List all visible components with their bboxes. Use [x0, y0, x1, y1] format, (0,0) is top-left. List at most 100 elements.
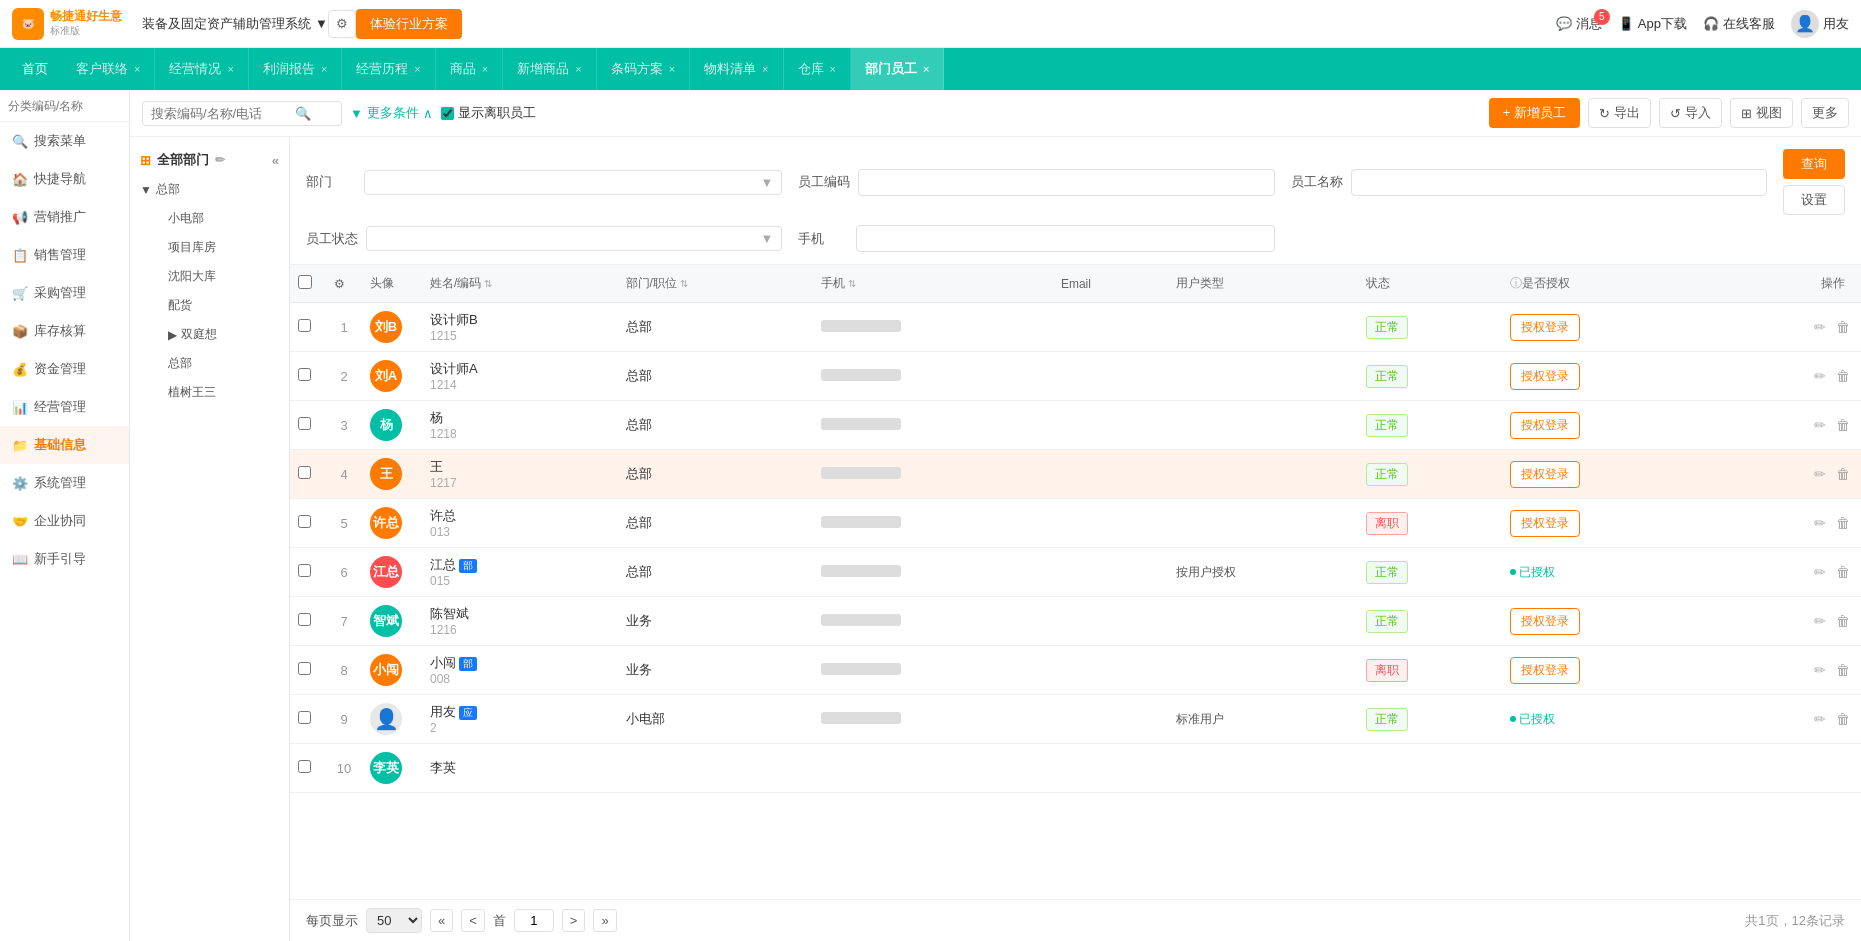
filter-status-select[interactable]: ▼: [366, 226, 782, 251]
filter-phone-input[interactable]: [856, 225, 1274, 252]
delete-button[interactable]: 🗑: [1836, 613, 1850, 629]
sidebar-item-guide[interactable]: 📖新手引导: [0, 540, 129, 578]
import-button[interactable]: ↺ 导入: [1659, 98, 1722, 128]
delete-button[interactable]: 🗑: [1836, 711, 1850, 727]
last-page-button[interactable]: »: [593, 909, 616, 932]
delete-button[interactable]: 🗑: [1836, 417, 1850, 433]
sidebar-item-search[interactable]: 🔍搜索菜单: [0, 122, 129, 160]
row-checkbox[interactable]: [298, 417, 311, 430]
auth-login-button[interactable]: 授权登录: [1510, 314, 1580, 341]
select-all-checkbox[interactable]: [298, 275, 312, 289]
online-service-button[interactable]: 🎧 在线客服: [1703, 15, 1775, 33]
dept-item-shenyang[interactable]: 沈阳大库: [154, 262, 289, 291]
auth-login-button[interactable]: 授权登录: [1510, 461, 1580, 488]
dept-item-peihuo[interactable]: 配货: [154, 291, 289, 320]
delete-button[interactable]: 🗑: [1836, 466, 1850, 482]
nav-tab-bom[interactable]: 物料清单 ×: [690, 48, 783, 90]
show-resigned-checkbox[interactable]: [441, 107, 454, 120]
nav-tab-warehouse[interactable]: 仓库 ×: [784, 48, 851, 90]
page-number-input[interactable]: [514, 909, 554, 932]
th-phone[interactable]: 手机⇅: [813, 265, 1053, 303]
row-checkbox[interactable]: [298, 368, 311, 381]
sidebar-item-inventory[interactable]: 📦库存核算: [0, 312, 129, 350]
sidebar-item-marketing[interactable]: 📢营销推广: [0, 198, 129, 236]
prev-page-button[interactable]: <: [461, 909, 485, 932]
dept-item-zongbu[interactable]: 总部: [154, 349, 289, 378]
filter-empname-input[interactable]: [1351, 169, 1767, 196]
edit-button[interactable]: ✏: [1814, 613, 1826, 629]
nav-tab-goods[interactable]: 商品 ×: [436, 48, 503, 90]
more-actions-button[interactable]: 更多: [1801, 98, 1849, 128]
reset-button[interactable]: 设置: [1783, 185, 1845, 215]
sidebar-item-management[interactable]: 📊经营管理: [0, 388, 129, 426]
close-operation-icon[interactable]: ×: [227, 63, 233, 75]
edit-button[interactable]: ✏: [1814, 564, 1826, 580]
query-button[interactable]: 查询: [1783, 149, 1845, 179]
close-department-icon[interactable]: ×: [923, 63, 929, 75]
view-button[interactable]: ⊞ 视图: [1730, 98, 1793, 128]
dept-item-zongbu-root[interactable]: ▼ 总部: [130, 175, 289, 204]
row-checkbox[interactable]: [298, 613, 311, 626]
edit-button[interactable]: ✏: [1814, 466, 1826, 482]
row-checkbox[interactable]: [298, 466, 311, 479]
sidebar-item-purchase[interactable]: 🛒采购管理: [0, 274, 129, 312]
dept-item-shuangling[interactable]: ▶ 双庭想: [154, 320, 289, 349]
close-barcode-icon[interactable]: ×: [669, 63, 675, 75]
edit-button[interactable]: ✏: [1814, 662, 1826, 678]
show-resigned-label[interactable]: 显示离职员工: [441, 104, 536, 122]
filter-empcode-input[interactable]: [858, 169, 1274, 196]
sidebar-item-collab[interactable]: 🤝企业协同: [0, 502, 129, 540]
edit-button[interactable]: ✏: [1814, 417, 1826, 433]
edit-button[interactable]: ✏: [1814, 711, 1826, 727]
settings-icon[interactable]: ⚙: [334, 277, 345, 291]
nav-tab-home[interactable]: 首页: [8, 48, 62, 90]
edit-button[interactable]: ✏: [1814, 319, 1826, 335]
delete-button[interactable]: 🗑: [1836, 515, 1850, 531]
close-customer-icon[interactable]: ×: [134, 63, 140, 75]
message-button[interactable]: 💬 消息 5: [1556, 15, 1602, 33]
row-checkbox[interactable]: [298, 760, 311, 773]
edit-button[interactable]: ✏: [1814, 515, 1826, 531]
user-menu-button[interactable]: 👤 用友: [1791, 10, 1849, 38]
search-input[interactable]: [151, 106, 291, 121]
auth-login-button[interactable]: 授权登录: [1510, 363, 1580, 390]
page-size-select[interactable]: 20 50 100: [366, 908, 422, 933]
sidebar-item-sales[interactable]: 📋销售管理: [0, 236, 129, 274]
nav-tab-barcode[interactable]: 条码方案 ×: [597, 48, 690, 90]
nav-tab-history[interactable]: 经营历程 ×: [342, 48, 435, 90]
th-dept[interactable]: 部门/职位⇅: [618, 265, 814, 303]
export-button[interactable]: ↻ 导出: [1588, 98, 1651, 128]
dept-collapse-button[interactable]: «: [272, 153, 279, 168]
delete-button[interactable]: 🗑: [1836, 564, 1850, 580]
auth-login-button[interactable]: 授权登录: [1510, 510, 1580, 537]
nav-tab-profit[interactable]: 利润报告 ×: [249, 48, 342, 90]
row-checkbox[interactable]: [298, 319, 311, 332]
nav-tab-department[interactable]: 部门员工 ×: [851, 48, 944, 90]
sidebar-search-input[interactable]: [8, 99, 130, 113]
sidebar-item-finance[interactable]: 💰资金管理: [0, 350, 129, 388]
delete-button[interactable]: 🗑: [1836, 319, 1850, 335]
sidebar-item-system[interactable]: ⚙️系统管理: [0, 464, 129, 502]
trial-button[interactable]: 体验行业方案: [356, 9, 462, 39]
close-history-icon[interactable]: ×: [414, 63, 420, 75]
add-employee-button[interactable]: + 新增员工: [1489, 98, 1580, 128]
dept-item-zhishu[interactable]: 植树王三: [154, 378, 289, 407]
edit-button[interactable]: ✏: [1814, 368, 1826, 384]
delete-button[interactable]: 🗑: [1836, 368, 1850, 384]
th-name[interactable]: 姓名/编码⇅: [422, 265, 618, 303]
close-warehouse-icon[interactable]: ×: [830, 63, 836, 75]
sidebar-item-nav[interactable]: 🏠快捷导航: [0, 160, 129, 198]
edit-dept-icon[interactable]: ✏: [215, 153, 225, 167]
row-checkbox[interactable]: [298, 711, 311, 724]
auth-login-button[interactable]: 授权登录: [1510, 412, 1580, 439]
row-checkbox[interactable]: [298, 515, 311, 528]
nav-tab-customer[interactable]: 客户联络 ×: [62, 48, 155, 90]
dept-item-xiaodian[interactable]: 小电部: [154, 204, 289, 233]
row-checkbox[interactable]: [298, 564, 311, 577]
more-filter-button[interactable]: ▼ 更多条件 ∧: [350, 104, 433, 122]
gear-button[interactable]: ⚙: [328, 10, 356, 38]
auth-login-button[interactable]: 授权登录: [1510, 657, 1580, 684]
nav-tab-operation[interactable]: 经营情况 ×: [155, 48, 248, 90]
auth-login-button[interactable]: 授权登录: [1510, 608, 1580, 635]
close-new-goods-icon[interactable]: ×: [575, 63, 581, 75]
